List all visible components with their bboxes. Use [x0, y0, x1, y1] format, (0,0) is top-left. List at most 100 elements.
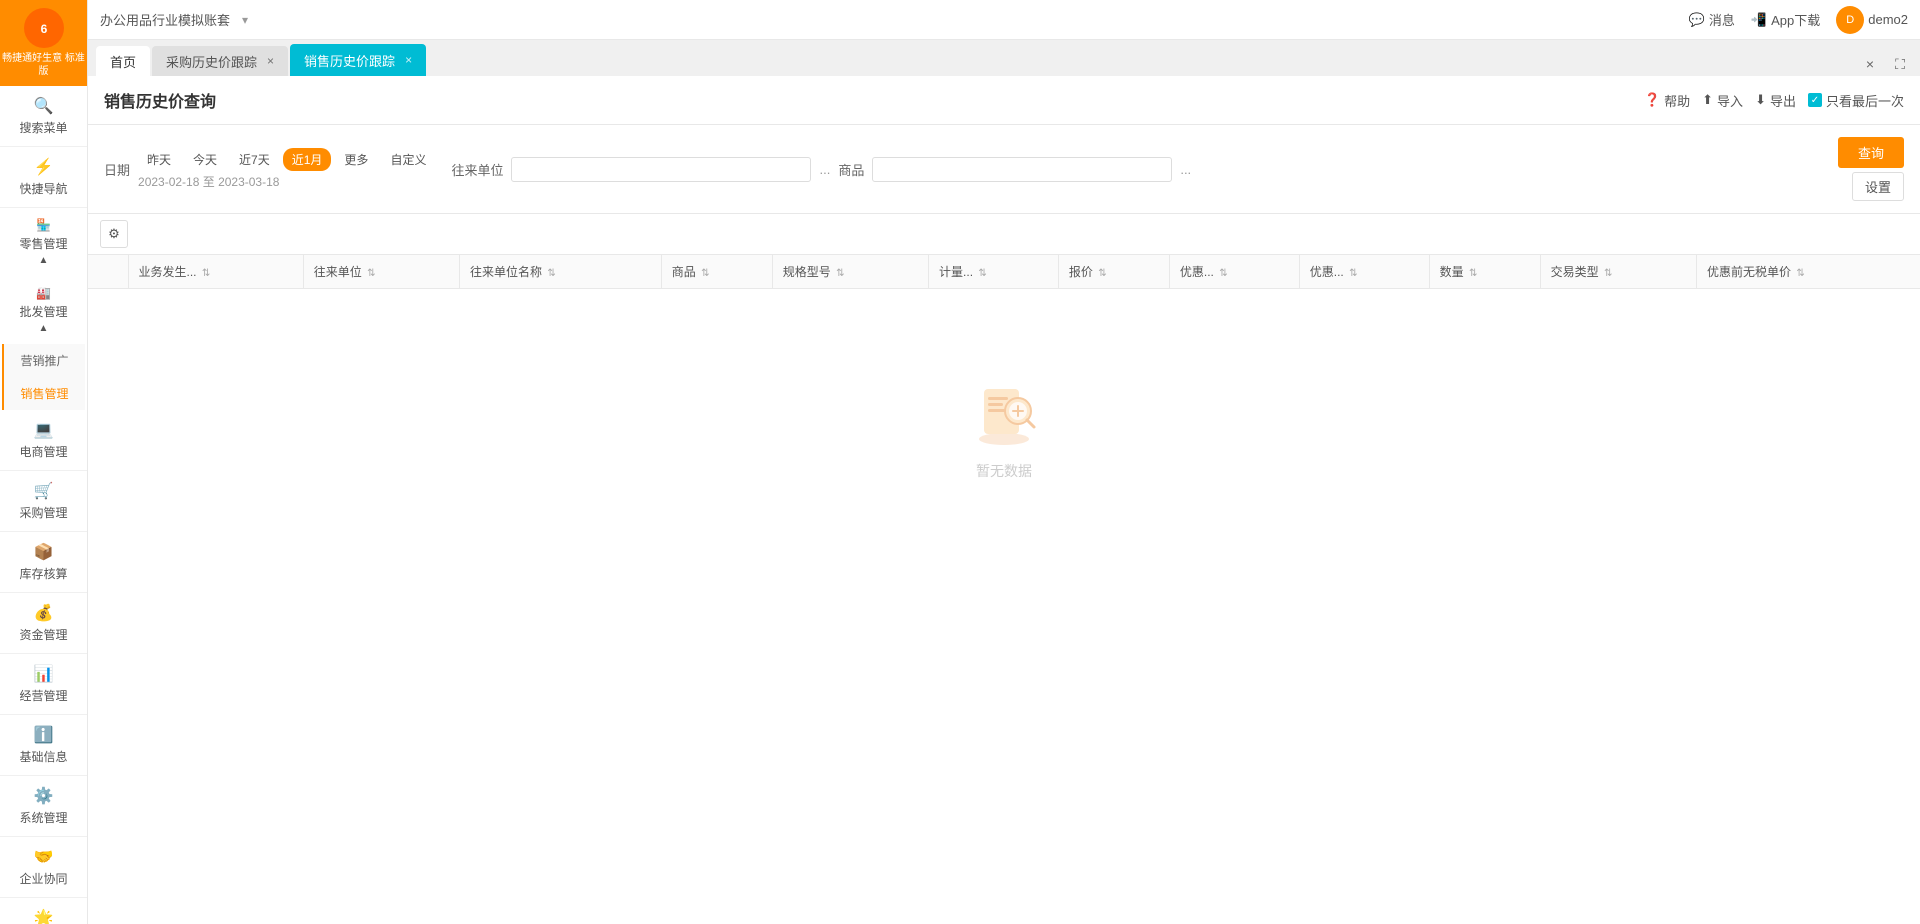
tabbar-controls: × ⛶ — [1858, 52, 1912, 76]
only-last-checkbox[interactable] — [1808, 93, 1822, 107]
sidebar-item-quick-nav-label: 快捷导航 — [19, 180, 67, 197]
marketing-sub-item[interactable]: 营销推广 — [4, 344, 84, 377]
th-trade-type[interactable]: 交易类型 ⇅ — [1540, 255, 1696, 289]
partner-dots[interactable]: ... — [819, 162, 830, 177]
th-checkbox — [88, 255, 128, 289]
tab-home[interactable]: 首页 — [96, 46, 150, 76]
th-product[interactable]: 商品 ⇅ — [661, 255, 772, 289]
inventory-icon: 📦 — [34, 542, 54, 562]
content-wrapper: 销售历史价查询 ❓ 帮助 ⬆ 导入 ⬇ 导出 只看最后一次 — [88, 76, 1920, 924]
date-btn-custom[interactable]: 自定义 — [381, 148, 435, 171]
logo-area: 6 畅捷通好生意 标准版 — [0, 0, 87, 86]
th-discount2[interactable]: 优惠... ⇅ — [1299, 255, 1429, 289]
newbie-icon: 🌟 — [34, 908, 54, 924]
app-download-label: App下载 — [1771, 10, 1820, 29]
th-spec[interactable]: 规格型号 ⇅ — [772, 255, 928, 289]
message-label: 消息 — [1709, 10, 1735, 29]
sidebar-item-quick-nav[interactable]: ⚡ 快捷导航 — [0, 147, 87, 208]
sidebar-item-enterprise[interactable]: 🤝 企业协同 — [0, 837, 87, 898]
page-header: 销售历史价查询 ❓ 帮助 ⬆ 导入 ⬇ 导出 只看最后一次 — [88, 76, 1920, 125]
help-action[interactable]: ❓ 帮助 — [1644, 91, 1690, 110]
product-input[interactable] — [872, 157, 1172, 182]
search-icon: 🔍 — [34, 96, 54, 116]
date-btn-1month[interactable]: 近1月 — [283, 148, 332, 171]
only-last-toggle[interactable]: 只看最后一次 — [1808, 91, 1904, 110]
purchase-icon: 🛒 — [34, 481, 54, 501]
th-quantity[interactable]: 数量 ⇅ — [1429, 255, 1540, 289]
sidebar-item-wholesale[interactable]: 🏭 批发管理 ▲ — [0, 276, 87, 344]
tab-purchase-close-icon[interactable]: × — [267, 54, 274, 68]
wholesale-icon: 🏭 — [36, 286, 51, 300]
date-btn-7days[interactable]: 近7天 — [230, 148, 279, 171]
tab-maximize-btn[interactable]: ⛶ — [1888, 52, 1912, 76]
partner-input[interactable] — [511, 157, 811, 182]
sort-icon-discount2: ⇅ — [1349, 268, 1357, 279]
import-action[interactable]: ⬆ 导入 — [1702, 91, 1743, 110]
retail-arrow: ▲ — [39, 255, 49, 266]
tab-sales-close-icon[interactable]: × — [405, 53, 412, 67]
enterprise-icon: 🤝 — [34, 847, 54, 867]
product-dots[interactable]: ... — [1180, 162, 1191, 177]
sidebar-item-system-label: 系统管理 — [19, 809, 67, 826]
date-btn-today[interactable]: 今天 — [184, 148, 226, 171]
sort-icon-quote: ⇅ — [1098, 268, 1106, 279]
th-partner-name[interactable]: 往来单位名称 ⇅ — [460, 255, 662, 289]
sidebar-item-search[interactable]: 🔍 搜索菜单 — [0, 86, 87, 147]
sidebar-item-ecom[interactable]: 💻 电商管理 — [0, 410, 87, 471]
sidebar-item-finance[interactable]: 💰 资金管理 — [0, 593, 87, 654]
tab-close-all-btn[interactable]: × — [1858, 52, 1882, 76]
th-pretax-price[interactable]: 优惠前无税单价 ⇅ — [1696, 255, 1920, 289]
help-label: 帮助 — [1664, 91, 1690, 110]
topbar-title: 办公用品行业模拟账套 — [100, 10, 230, 29]
sales-mgmt-sub-item[interactable]: 销售管理 — [4, 377, 84, 410]
sales-mgmt-label: 销售管理 — [20, 387, 68, 401]
th-quote[interactable]: 报价 ⇅ — [1058, 255, 1169, 289]
sidebar-item-basic[interactable]: ℹ️ 基础信息 — [0, 715, 87, 776]
empty-icon — [964, 369, 1044, 449]
th-discount1[interactable]: 优惠... ⇅ — [1169, 255, 1299, 289]
sidebar-item-inventory[interactable]: 📦 库存核算 — [0, 532, 87, 593]
topbar: 办公用品行业模拟账套 ▾ 💬 消息 📲 App下载 D demo2 — [88, 0, 1920, 40]
sidebar-item-system[interactable]: ⚙️ 系统管理 — [0, 776, 87, 837]
date-btn-yesterday[interactable]: 昨天 — [138, 148, 180, 171]
finance-icon: 💰 — [34, 603, 54, 623]
tab-sales-history[interactable]: 销售历史价跟踪 × — [290, 44, 426, 76]
tab-purchase-history[interactable]: 采购历史价跟踪 × — [152, 46, 288, 76]
sidebar-item-ops-label: 经营管理 — [19, 687, 67, 704]
sort-icon-pretax-price: ⇅ — [1796, 268, 1804, 279]
sort-icon-unit: ⇅ — [978, 268, 986, 279]
sidebar-item-newbie[interactable]: 🌟 新手引导 — [0, 898, 87, 924]
th-unit[interactable]: 计量... ⇅ — [929, 255, 1059, 289]
page-title: 销售历史价查询 — [104, 88, 216, 112]
app-download-action[interactable]: 📲 App下载 — [1751, 10, 1820, 29]
dropdown-icon[interactable]: ▾ — [242, 13, 248, 27]
logo-text: 畅捷通好生意 标准版 — [0, 52, 87, 78]
empty-state: 暂无数据 — [88, 289, 1920, 561]
set-button[interactable]: 设置 — [1852, 172, 1904, 201]
user-area[interactable]: D demo2 — [1836, 6, 1908, 34]
help-icon: ❓ — [1644, 92, 1660, 108]
query-actions: 查询 设置 — [1838, 137, 1904, 201]
sort-icon-trade-type: ⇅ — [1604, 268, 1612, 279]
sidebar-item-ops[interactable]: 📊 经营管理 — [0, 654, 87, 715]
th-partner-code[interactable]: 往来单位 ⇅ — [303, 255, 459, 289]
export-action[interactable]: ⬇ 导出 — [1755, 91, 1796, 110]
ecom-icon: 💻 — [34, 420, 54, 440]
sidebar-item-purchase[interactable]: 🛒 采购管理 — [0, 471, 87, 532]
ops-icon: 📊 — [34, 664, 54, 684]
query-button[interactable]: 查询 — [1838, 137, 1904, 168]
th-date[interactable]: 业务发生... ⇅ — [128, 255, 303, 289]
sort-icon-partner-name: ⇅ — [547, 268, 555, 279]
table-container: ⚙ 业务发生... ⇅ 往来单位 ⇅ — [88, 214, 1920, 561]
sidebar-item-basic-label: 基础信息 — [19, 748, 67, 765]
avatar: D — [1836, 6, 1864, 34]
message-action[interactable]: 💬 消息 — [1689, 10, 1735, 29]
column-settings-btn[interactable]: ⚙ — [100, 220, 128, 248]
table-head: 业务发生... ⇅ 往来单位 ⇅ 往来单位名称 ⇅ 商品 — [88, 255, 1920, 289]
date-filter-group: 日期 昨天 今天 近7天 近1月 更多 自定义 2023-02-18 至 202… — [104, 148, 435, 190]
date-btn-more[interactable]: 更多 — [335, 148, 377, 171]
sidebar-item-retail[interactable]: 🏪 零售管理 ▲ — [0, 208, 87, 276]
wholesale-arrow: ▲ — [39, 323, 49, 334]
tab-purchase-history-label: 采购历史价跟踪 — [166, 52, 257, 71]
svg-text:6: 6 — [40, 22, 47, 36]
